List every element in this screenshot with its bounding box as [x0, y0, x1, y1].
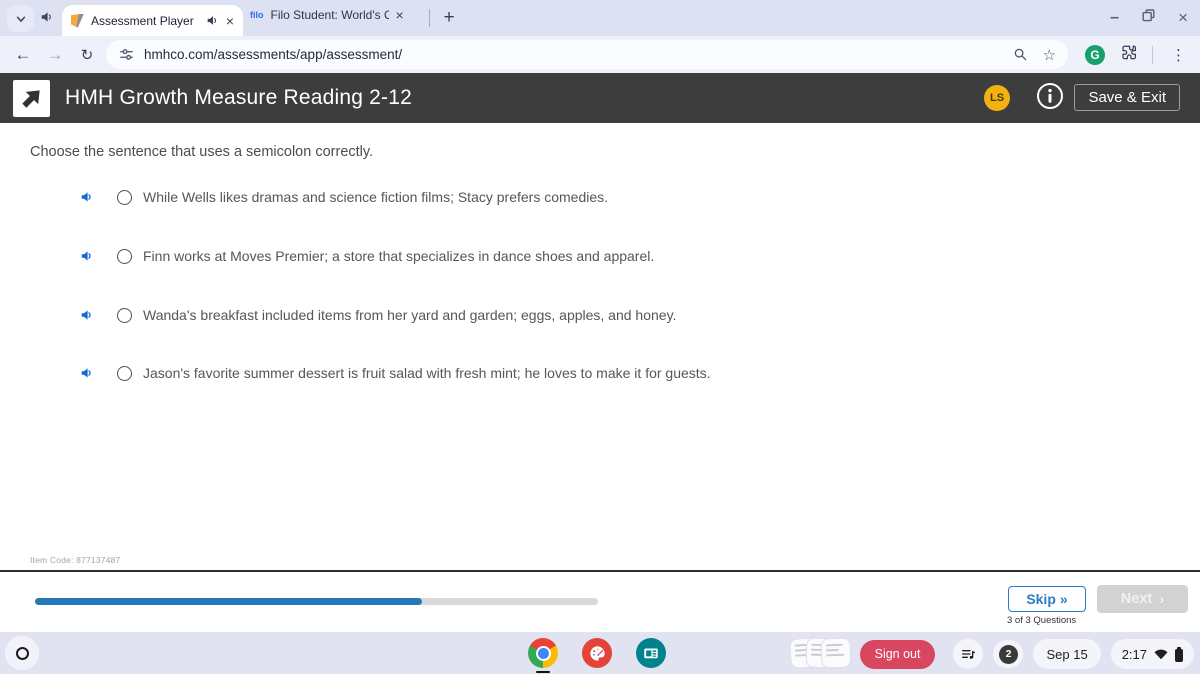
option-text: While Wells likes dramas and science fic…: [143, 189, 609, 205]
strip-speaker-icon[interactable]: [40, 10, 54, 29]
tab-close-icon[interactable]: ×: [396, 8, 404, 22]
extensions-area: G ⋮: [1085, 36, 1190, 73]
assessment-footer: Skip» Next › 3 of 3 Questions: [0, 572, 1200, 632]
status-tray[interactable]: 2:17: [1110, 639, 1194, 669]
skip-label: Skip: [1026, 591, 1056, 607]
assessment-title: HMH Growth Measure Reading 2-12: [65, 86, 413, 109]
progress-fill: [35, 598, 422, 605]
close-icon[interactable]: ×: [1178, 8, 1188, 28]
tab-title: Assessment Player: [91, 13, 194, 28]
shelf-status-area: Sign out 2 Sep 15 2:17: [788, 636, 1194, 670]
info-icon[interactable]: [1035, 81, 1065, 111]
option-audio-icon[interactable]: [80, 190, 94, 204]
next-button[interactable]: Next ›: [1097, 585, 1188, 613]
tab-audio-icon[interactable]: [206, 14, 219, 27]
sign-out-button[interactable]: Sign out: [859, 639, 936, 669]
active-app-indicator: [536, 670, 550, 673]
preview-thumbnail: [820, 637, 852, 669]
browser-menu-icon[interactable]: ⋮: [1167, 46, 1190, 64]
answer-option[interactable]: While Wells likes dramas and science fic…: [80, 186, 608, 208]
option-audio-icon[interactable]: [80, 249, 94, 263]
window-controls: – ×: [1110, 0, 1188, 36]
option-text: Jason's favorite summer dessert is fruit…: [143, 365, 711, 381]
skip-button[interactable]: Skip»: [1008, 586, 1086, 612]
option-text: Wanda's breakfast included items from he…: [143, 307, 677, 323]
media-controls-button[interactable]: [953, 639, 984, 669]
tab-search-button[interactable]: [7, 5, 34, 32]
hmh-favicon-icon: [71, 13, 84, 28]
next-chevron-icon: ›: [1159, 590, 1165, 608]
date-display[interactable]: Sep 15: [1033, 639, 1101, 669]
new-tab-button[interactable]: +: [436, 5, 462, 31]
wifi-icon: [1154, 649, 1168, 660]
hmh-logo: [13, 79, 50, 117]
url-text[interactable]: hmhco.com/assessments/app/assessment/: [144, 47, 1013, 62]
tab-filo-student[interactable]: filo Filo Student: World's Only Live ×: [250, 8, 422, 22]
option-radio[interactable]: [117, 307, 132, 323]
reload-button[interactable]: ↻: [72, 36, 102, 73]
window-preview-thumbnails[interactable]: [788, 636, 852, 670]
back-button[interactable]: ←: [8, 36, 38, 73]
media-queue-icon: [962, 650, 976, 659]
extensions-puzzle-icon[interactable]: [1119, 43, 1138, 67]
avatar[interactable]: LS: [984, 85, 1010, 111]
next-label: Next: [1120, 591, 1153, 607]
bookmark-star-icon[interactable]: ☆: [1043, 46, 1056, 64]
notification-counter[interactable]: 2: [993, 640, 1024, 668]
tab-close-icon[interactable]: ×: [226, 14, 234, 28]
tab-assessment-player[interactable]: Assessment Player ×: [62, 5, 243, 36]
option-radio[interactable]: [117, 365, 132, 381]
forward-button[interactable]: →: [40, 36, 70, 73]
canvas-palette-icon[interactable]: [582, 638, 612, 668]
question-text: Choose the sentence that uses a semicolo…: [30, 144, 374, 160]
address-bar[interactable]: hmhco.com/assessments/app/assessment/ ☆: [106, 40, 1068, 69]
zoom-icon[interactable]: [1013, 47, 1028, 62]
option-audio-icon[interactable]: [80, 366, 94, 380]
item-code: Item Code: 877137487: [30, 555, 121, 565]
option-radio[interactable]: [117, 248, 132, 264]
option-audio-icon[interactable]: [80, 308, 94, 322]
filo-favicon-icon: filo: [250, 10, 264, 20]
save-and-exit-button[interactable]: Save & Exit: [1074, 84, 1180, 111]
minimize-icon[interactable]: –: [1110, 9, 1119, 27]
answer-option[interactable]: Wanda's breakfast included items from he…: [80, 304, 676, 326]
questions-counter: 3 of 3 Questions: [1007, 615, 1077, 626]
launcher-icon: [15, 646, 29, 660]
question-area: Choose the sentence that uses a semicolo…: [0, 123, 1200, 570]
skip-chevrons-icon: »: [1059, 591, 1068, 607]
restore-icon[interactable]: [1142, 9, 1155, 27]
browser-tab-strip: Assessment Player × filo Filo Student: W…: [0, 0, 1200, 36]
screen: Assessment Player × filo Filo Student: W…: [0, 0, 1200, 674]
assessment-header: HMH Growth Measure Reading 2-12 LS Save …: [0, 73, 1200, 123]
tab-divider: [429, 9, 430, 27]
shelf-apps: [528, 638, 666, 668]
clock: 2:17: [1121, 646, 1147, 662]
answer-option[interactable]: Finn works at Moves Premier; a store tha…: [80, 245, 654, 267]
notification-count: 2: [998, 644, 1018, 664]
site-info-icon[interactable]: [118, 46, 135, 63]
chevron-down-icon: [16, 16, 25, 22]
progress-bar: [35, 598, 598, 605]
grammarly-icon[interactable]: G: [1085, 44, 1105, 65]
option-radio[interactable]: [117, 189, 132, 205]
browser-toolbar: ← → ↻ hmhco.com/assessments/app/assessme…: [0, 36, 1200, 73]
tab-title: Filo Student: World's Only Live: [270, 8, 389, 22]
news-cards-icon[interactable]: [636, 638, 666, 668]
chromeos-shelf: Sign out 2 Sep 15 2:17: [0, 632, 1200, 674]
launcher-button[interactable]: [5, 636, 39, 670]
option-text: Finn works at Moves Premier; a store tha…: [143, 248, 655, 264]
toolbar-divider: [1152, 45, 1153, 64]
chrome-icon[interactable]: [528, 638, 558, 668]
battery-icon: [1175, 646, 1183, 662]
answer-option[interactable]: Jason's favorite summer dessert is fruit…: [80, 362, 711, 384]
